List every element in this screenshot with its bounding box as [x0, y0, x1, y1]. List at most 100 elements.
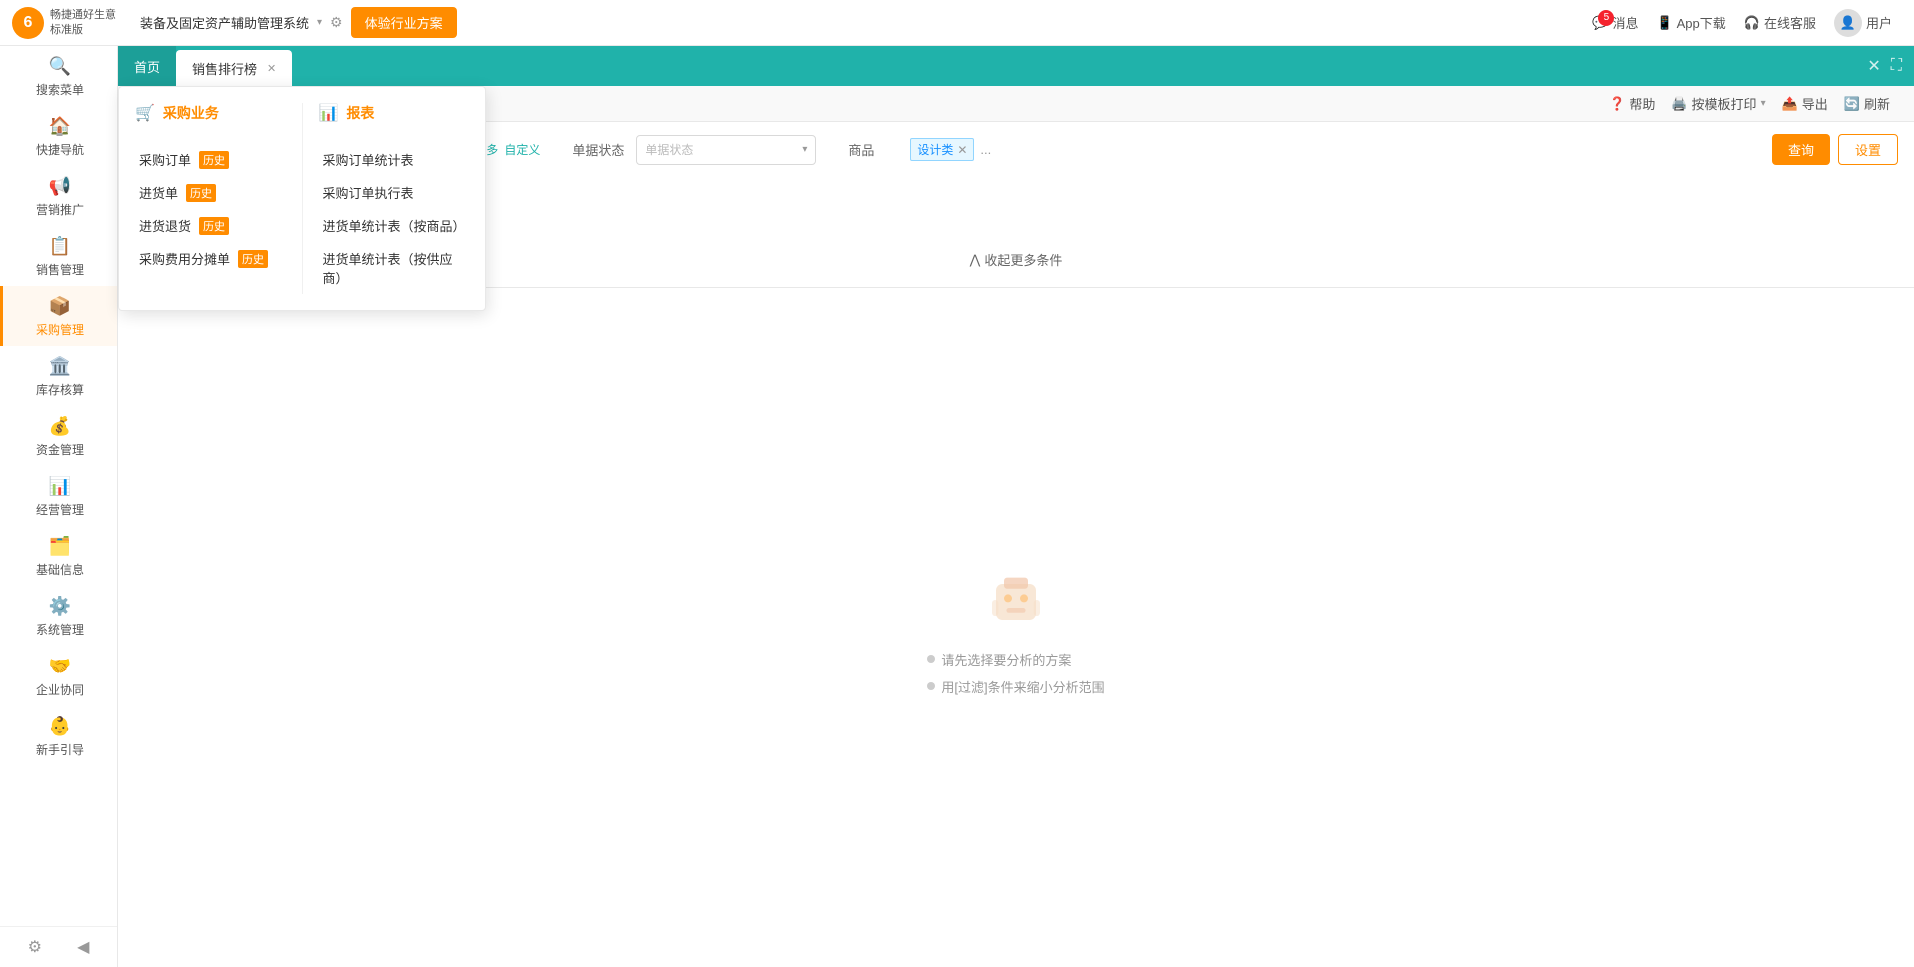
dropdown-item-goods-return[interactable]: 进货退货 历史 [135, 209, 286, 242]
help-icon: ❓ [1609, 96, 1625, 112]
online-service-btn[interactable]: 🎧 在线客服 [1744, 13, 1816, 32]
sidebar-item-marketing[interactable]: 📢 营销推广 [0, 166, 117, 226]
dropdown-item-goods-in[interactable]: 进货单 历史 [135, 176, 286, 209]
title-settings-icon[interactable]: ⚙ [330, 14, 343, 31]
tab-expand-btn[interactable]: ⛶ [1891, 57, 1902, 75]
dropdown-item-purchase-order[interactable]: 采购订单 历史 [135, 143, 286, 176]
phone-icon: 📱 [1656, 15, 1672, 31]
toolbar-right: ❓ 帮助 🖨️ 按模板打印 ▾ 📤 导出 🔄 刷新 [1609, 94, 1890, 113]
sidebar-collapse-btn[interactable]: ◀ [77, 937, 89, 957]
avatar: 👤 [1834, 9, 1862, 37]
goods-tag: 设计类 ✕ [910, 138, 974, 161]
tab-close-window-btn[interactable]: ✕ [1867, 56, 1880, 76]
empty-tips: 请先选择要分析的方案 用[过滤]条件来缩小分析范围 [927, 650, 1104, 696]
dropdown-report-col: 📊 报表 采购订单统计表 采购订单执行表 进货单统计表（按商品） 进货单统计表（… [302, 103, 486, 294]
messages-btn[interactable]: 💬 5 消息 [1592, 13, 1638, 32]
operations-icon: 📊 [49, 476, 71, 497]
enterprise-icon: 🤝 [49, 656, 71, 677]
tab-sales-ranking[interactable]: 销售排行榜 ✕ [176, 50, 292, 86]
print-btn[interactable]: 🖨️ 按模板打印 ▾ [1671, 94, 1765, 113]
main-content: 请先选择要分析的方案 用[过滤]条件来缩小分析范围 [118, 288, 1914, 967]
title-dropdown-icon[interactable]: ▾ [317, 17, 322, 28]
dropdown-purchase-title: 🛒 采购业务 [135, 103, 286, 131]
sidebar-item-system[interactable]: ⚙️ 系统管理 [0, 586, 117, 646]
dropdown-item-purchase-order-stat[interactable]: 采购订单统计表 [319, 143, 470, 176]
user-btn[interactable]: 👤 用户 [1834, 9, 1892, 37]
sidebar-item-search[interactable]: 🔍 搜索菜单 [0, 46, 117, 106]
dropdown-purchase-col: 🛒 采购业务 采购订单 历史 进货单 历史 进货退货 历史 采购费用分摊单 历史 [119, 103, 302, 294]
sidebar-bottom: ⚙ ◀ [0, 926, 117, 967]
tab-bar: 首页 销售排行榜 ✕ ✕ ⛶ [118, 46, 1914, 86]
history-badge-goods-return: 历史 [199, 217, 229, 235]
report-col-icon: 📊 [319, 103, 339, 123]
refresh-btn[interactable]: 🔄 刷新 [1844, 94, 1890, 113]
messages-badge-wrap: 💬 5 [1592, 15, 1608, 31]
sidebar-item-purchase[interactable]: 📦 采购管理 [0, 286, 117, 346]
status-select[interactable]: 单据状态 ▾ [636, 135, 816, 165]
sidebar-settings-btn[interactable]: ⚙ [28, 937, 42, 957]
dot-1 [927, 655, 935, 663]
salesperson-area: ... [472, 183, 652, 198]
marketing-icon: 📢 [49, 176, 71, 197]
export-icon: 📤 [1782, 96, 1798, 112]
logo-icon: 6 [12, 7, 44, 39]
dropdown-item-goods-in-stat-by-goods[interactable]: 进货单统计表（按商品） [319, 209, 470, 242]
status-select-arrow: ▾ [802, 144, 807, 155]
sidebar-item-inventory[interactable]: 🏛️ 库存核算 [0, 346, 117, 406]
setting-btn[interactable]: 设置 [1838, 134, 1898, 165]
finance-icon: 💰 [49, 416, 71, 437]
refresh-icon: 🔄 [1844, 96, 1860, 112]
dot-2 [927, 682, 935, 690]
goods-label: 商品 [848, 140, 898, 159]
goods-tag-close[interactable]: ✕ [957, 143, 967, 157]
filter-actions: 查询 设置 [1772, 134, 1898, 165]
sidebar-item-base-info[interactable]: 🗂️ 基础信息 [0, 526, 117, 586]
shortcut-custom[interactable]: 自定义 [504, 141, 540, 158]
logo-text: 畅捷通好生意 标准版 [50, 8, 116, 37]
empty-tip-2: 用[过滤]条件来缩小分析范围 [927, 677, 1104, 696]
dropdown-item-goods-in-stat-by-supplier[interactable]: 进货单统计表（按供应商） [319, 242, 470, 294]
sidebar-item-operations[interactable]: 📊 经营管理 [0, 466, 117, 526]
sidebar-item-guide[interactable]: 👶 新手引导 [0, 706, 117, 766]
sidebar: 🔍 搜索菜单 🏠 快捷导航 📢 营销推广 📋 销售管理 📦 采购管理 🏛️ 库存… [0, 46, 118, 967]
help-btn[interactable]: ❓ 帮助 [1609, 94, 1655, 113]
guide-icon: 👶 [49, 716, 71, 737]
tab-close-icon[interactable]: ✕ [267, 62, 276, 75]
export-btn[interactable]: 📤 导出 [1782, 94, 1828, 113]
goods-area: 设计类 ✕ ... [910, 138, 991, 161]
search-icon: 🔍 [49, 56, 71, 77]
sales-icon: 📋 [49, 236, 71, 257]
inventory-icon: 🏛️ [49, 356, 71, 377]
sidebar-item-quick-nav[interactable]: 🏠 快捷导航 [0, 106, 117, 166]
collapse-icon: ⋀ [970, 252, 981, 268]
system-title-area: 装备及固定资产辅助管理系统 ▾ ⚙ 体验行业方案 [140, 7, 1582, 38]
messages-badge: 5 [1598, 10, 1614, 26]
sidebar-item-sales[interactable]: 📋 销售管理 [0, 226, 117, 286]
print-icon: 🖨️ [1671, 96, 1687, 112]
base-info-icon: 🗂️ [49, 536, 71, 557]
dropdown-report-title: 📊 报表 [319, 103, 470, 131]
dropdown-item-purchase-order-exec[interactable]: 采购订单执行表 [319, 176, 470, 209]
goods-more[interactable]: ... [980, 142, 991, 157]
home-icon: 🏠 [49, 116, 71, 137]
purchase-dropdown-menu: 🛒 采购业务 采购订单 历史 进货单 历史 进货退货 历史 采购费用分摊单 历史… [118, 86, 486, 311]
purchase-col-icon: 🛒 [135, 103, 155, 123]
top-bar: 6 畅捷通好生意 标准版 装备及固定资产辅助管理系统 ▾ ⚙ 体验行业方案 💬 … [0, 0, 1914, 46]
headset-icon: 🎧 [1744, 15, 1760, 31]
history-badge-purchase-fee: 历史 [238, 250, 268, 268]
app-download-btn[interactable]: 📱 App下载 [1656, 13, 1725, 32]
empty-state-icon [976, 560, 1056, 640]
print-arrow-icon: ▾ [1761, 98, 1766, 109]
sidebar-item-enterprise[interactable]: 🤝 企业协同 [0, 646, 117, 706]
system-icon: ⚙️ [49, 596, 71, 617]
query-btn[interactable]: 查询 [1772, 134, 1830, 165]
empty-tip-1: 请先选择要分析的方案 [927, 650, 1104, 669]
history-badge-purchase-order: 历史 [199, 151, 229, 169]
history-badge-goods-in: 历史 [186, 184, 216, 202]
purchase-icon: 📦 [49, 296, 71, 317]
industry-btn[interactable]: 体验行业方案 [351, 7, 457, 38]
sidebar-item-finance[interactable]: 💰 资金管理 [0, 406, 117, 466]
status-label: 单据状态 [572, 140, 624, 159]
tab-home[interactable]: 首页 [118, 46, 176, 86]
dropdown-item-purchase-fee[interactable]: 采购费用分摊单 历史 [135, 242, 286, 275]
